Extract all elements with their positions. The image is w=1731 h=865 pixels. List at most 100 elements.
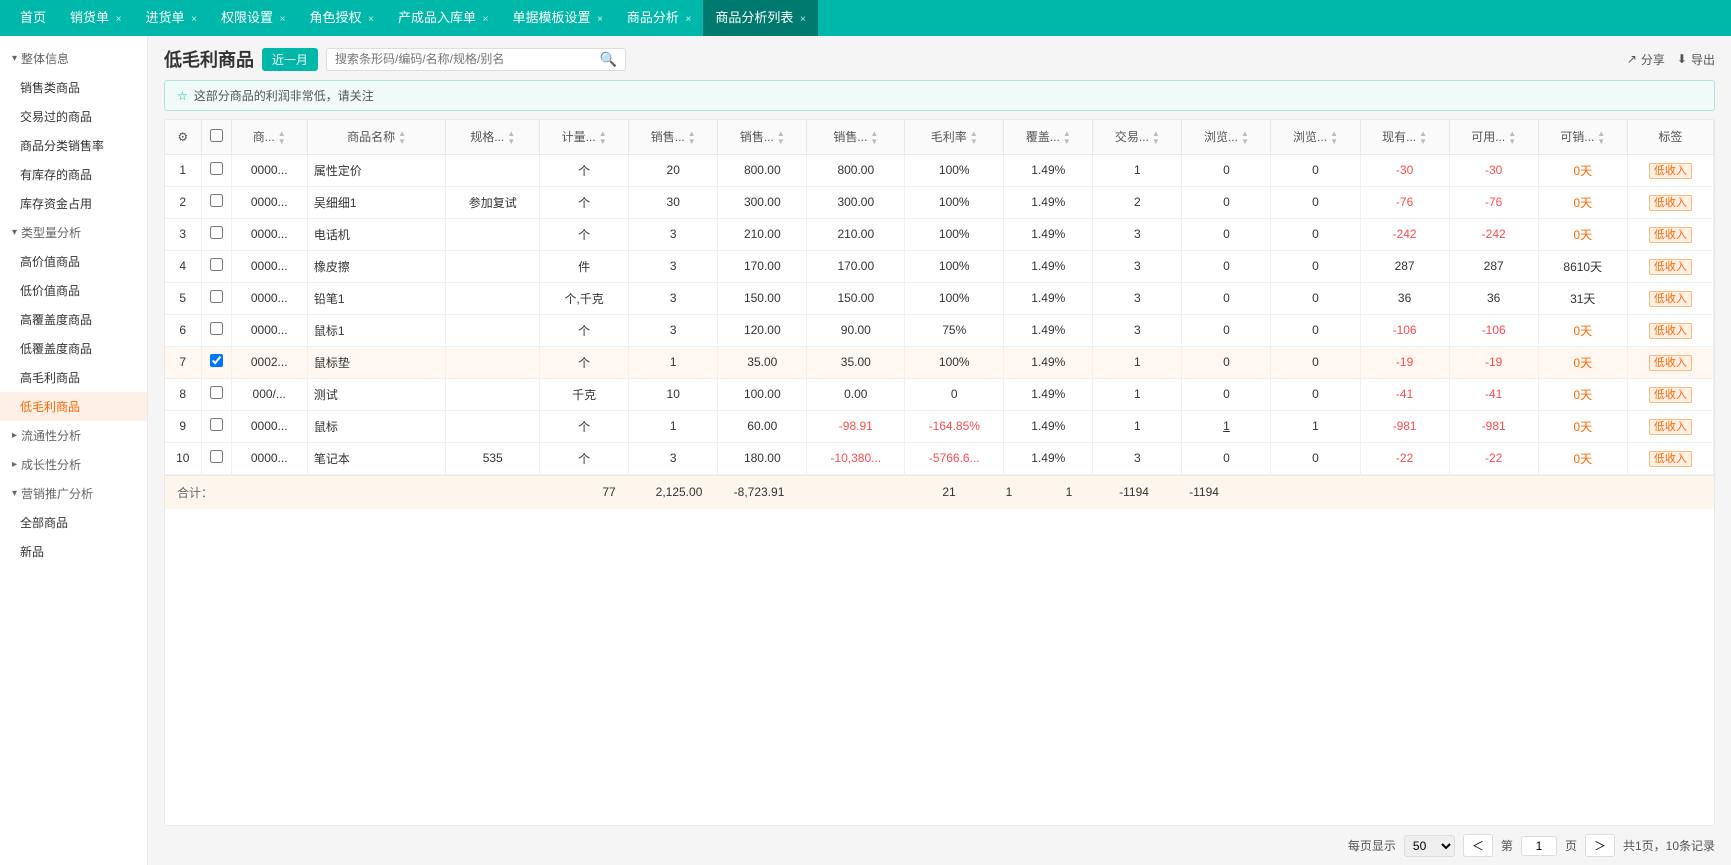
next-page-button[interactable]: ＞ (1585, 834, 1615, 857)
date-filter-button[interactable]: 近一月 (262, 48, 318, 71)
export-button[interactable]: ⬇ 导出 (1677, 51, 1715, 68)
sidebar-group-growth-analysis[interactable]: ▸ 成长性分析 (0, 450, 147, 479)
row-browse-b: 0 (1271, 442, 1360, 474)
nav-close-permissions[interactable]: × (280, 14, 286, 25)
col-unit[interactable]: 计量...▲▼ (540, 120, 629, 154)
nav-item-product-analysis-list[interactable]: 商品分析列表 × (703, 0, 817, 36)
row-checkbox[interactable] (201, 442, 231, 474)
page-input[interactable] (1521, 836, 1557, 856)
row-browse-b: 0 (1271, 314, 1360, 346)
sidebar-item-high-margin[interactable]: 高毛利商品 (0, 363, 147, 392)
row-select-checkbox[interactable] (210, 450, 223, 463)
browse-a-link[interactable]: 1 (1223, 419, 1230, 433)
row-checkbox[interactable] (201, 250, 231, 282)
row-transactions: 3 (1093, 250, 1182, 282)
nav-close-product-analysis[interactable]: × (686, 14, 692, 25)
col-spec[interactable]: 规格...▲▼ (446, 120, 540, 154)
nav-close-sales[interactable]: × (116, 14, 122, 25)
col-sales-qty[interactable]: 销售...▲▼ (629, 120, 718, 154)
sidebar-item-sales-products[interactable]: 销售类商品 (0, 73, 147, 102)
col-available[interactable]: 可用...▲▼ (1449, 120, 1538, 154)
row-checkbox[interactable] (201, 218, 231, 250)
nav-item-permissions[interactable]: 权限设置 × (209, 0, 297, 36)
row-checkbox[interactable] (201, 378, 231, 410)
sidebar-item-low-value[interactable]: 低价值商品 (0, 276, 147, 305)
sidebar-item-high-coverage[interactable]: 高覆盖度商品 (0, 305, 147, 334)
nav-item-product-entry[interactable]: 产成品入库单 × (386, 0, 500, 36)
share-button[interactable]: ↗ 分享 (1627, 51, 1665, 68)
sidebar-item-inventory-capital[interactable]: 库存资金占用 (0, 189, 147, 218)
table-row: 5 0000... 铅笔1 个,千克 3 150.00 150.00 100% … (165, 282, 1714, 314)
row-no: 9 (165, 410, 201, 442)
sidebar-group-overview[interactable]: ▾ 整体信息 (0, 44, 147, 73)
sidebar-item-high-value[interactable]: 高价值商品 (0, 247, 147, 276)
tag-badge: 低收入 (1649, 387, 1692, 403)
row-spec (446, 378, 540, 410)
col-browse-a[interactable]: 浏览...▲▼ (1182, 120, 1271, 154)
row-select-checkbox[interactable] (210, 418, 223, 431)
sidebar-item-low-coverage[interactable]: 低覆盖度商品 (0, 334, 147, 363)
nav-close-product-entry[interactable]: × (483, 14, 489, 25)
sidebar-item-stocked-products[interactable]: 有库存的商品 (0, 160, 147, 189)
col-coverage[interactable]: 覆盖...▲▼ (1004, 120, 1093, 154)
row-transactions: 1 (1093, 154, 1182, 186)
col-name[interactable]: 商品名称▲▼ (307, 120, 445, 154)
sidebar-item-all-products[interactable]: 全部商品 (0, 508, 147, 537)
sidebar-group-type-analysis[interactable]: ▾ 类型量分析 (0, 218, 147, 247)
row-current-stock: -242 (1360, 218, 1449, 250)
row-checkbox[interactable] (201, 346, 231, 378)
nav-item-home[interactable]: 首页 (8, 0, 58, 36)
col-current-stock[interactable]: 现有...▲▼ (1360, 120, 1449, 154)
sidebar-item-traded-products[interactable]: 交易过的商品 (0, 102, 147, 131)
row-available: 36 (1449, 282, 1538, 314)
row-select-checkbox[interactable] (210, 386, 223, 399)
row-select-checkbox[interactable] (210, 162, 223, 175)
row-name: 测试 (307, 378, 445, 410)
nav-close-roles[interactable]: × (368, 14, 374, 25)
nav-item-product-analysis[interactable]: 商品分析 × (615, 0, 703, 36)
col-settings[interactable]: ⚙ (165, 120, 201, 154)
nav-item-template[interactable]: 单据模板设置 × (500, 0, 614, 36)
nav-close-template[interactable]: × (597, 14, 603, 25)
sidebar-item-category-sales[interactable]: 商品分类销售率 (0, 131, 147, 160)
search-input[interactable] (335, 52, 600, 66)
row-checkbox[interactable] (201, 282, 231, 314)
col-sales-profit[interactable]: 销售...▲▼ (807, 120, 905, 154)
row-checkbox[interactable] (201, 314, 231, 346)
row-select-checkbox[interactable] (210, 290, 223, 303)
row-checkbox[interactable] (201, 154, 231, 186)
col-transactions[interactable]: 交易...▲▼ (1093, 120, 1182, 154)
col-code[interactable]: 商...▲▼ (231, 120, 307, 154)
row-code: 0000... (231, 314, 307, 346)
sidebar-item-new-products[interactable]: 新品 (0, 537, 147, 566)
select-all-checkbox[interactable] (210, 129, 223, 142)
row-select-checkbox[interactable] (210, 322, 223, 335)
row-sales-profit: 210.00 (807, 218, 905, 250)
col-saleable[interactable]: 可销...▲▼ (1538, 120, 1627, 154)
col-browse-b[interactable]: 浏览...▲▼ (1271, 120, 1360, 154)
sidebar-group-flow-analysis[interactable]: ▸ 流通性分析 (0, 421, 147, 450)
arrow-icon: ▾ (12, 53, 17, 64)
nav-close-purchase[interactable]: × (191, 14, 197, 25)
nav-item-roles[interactable]: 角色授权 × (297, 0, 385, 36)
col-sales-amt[interactable]: 销售...▲▼ (718, 120, 807, 154)
row-select-checkbox[interactable] (210, 354, 223, 367)
row-select-checkbox[interactable] (210, 226, 223, 239)
row-checkbox[interactable] (201, 186, 231, 218)
row-checkbox[interactable] (201, 410, 231, 442)
row-select-checkbox[interactable] (210, 194, 223, 207)
nav-item-purchase[interactable]: 进货单 × (134, 0, 209, 36)
nav-item-sales[interactable]: 销货单 × (58, 0, 133, 36)
sidebar-item-low-margin[interactable]: 低毛利商品 (0, 392, 147, 421)
footer-sales-qty: 77 (579, 485, 639, 499)
sidebar-group-marketing-analysis[interactable]: ▾ 营销推广分析 (0, 479, 147, 508)
row-select-checkbox[interactable] (210, 258, 223, 271)
prev-page-button[interactable]: ＜ (1463, 834, 1493, 857)
row-sales-amt: 150.00 (718, 282, 807, 314)
row-saleable: 0天 (1538, 442, 1627, 474)
row-coverage: 1.49% (1004, 378, 1093, 410)
col-gross-margin[interactable]: 毛利率▲▼ (905, 120, 1004, 154)
footer-values: 77 2,125.00 -8,723.91 21 1 1 -1194 -1194 (253, 485, 1702, 499)
nav-close-product-analysis-list[interactable]: × (800, 14, 806, 25)
page-size-select[interactable]: 50 100 200 (1404, 835, 1455, 857)
